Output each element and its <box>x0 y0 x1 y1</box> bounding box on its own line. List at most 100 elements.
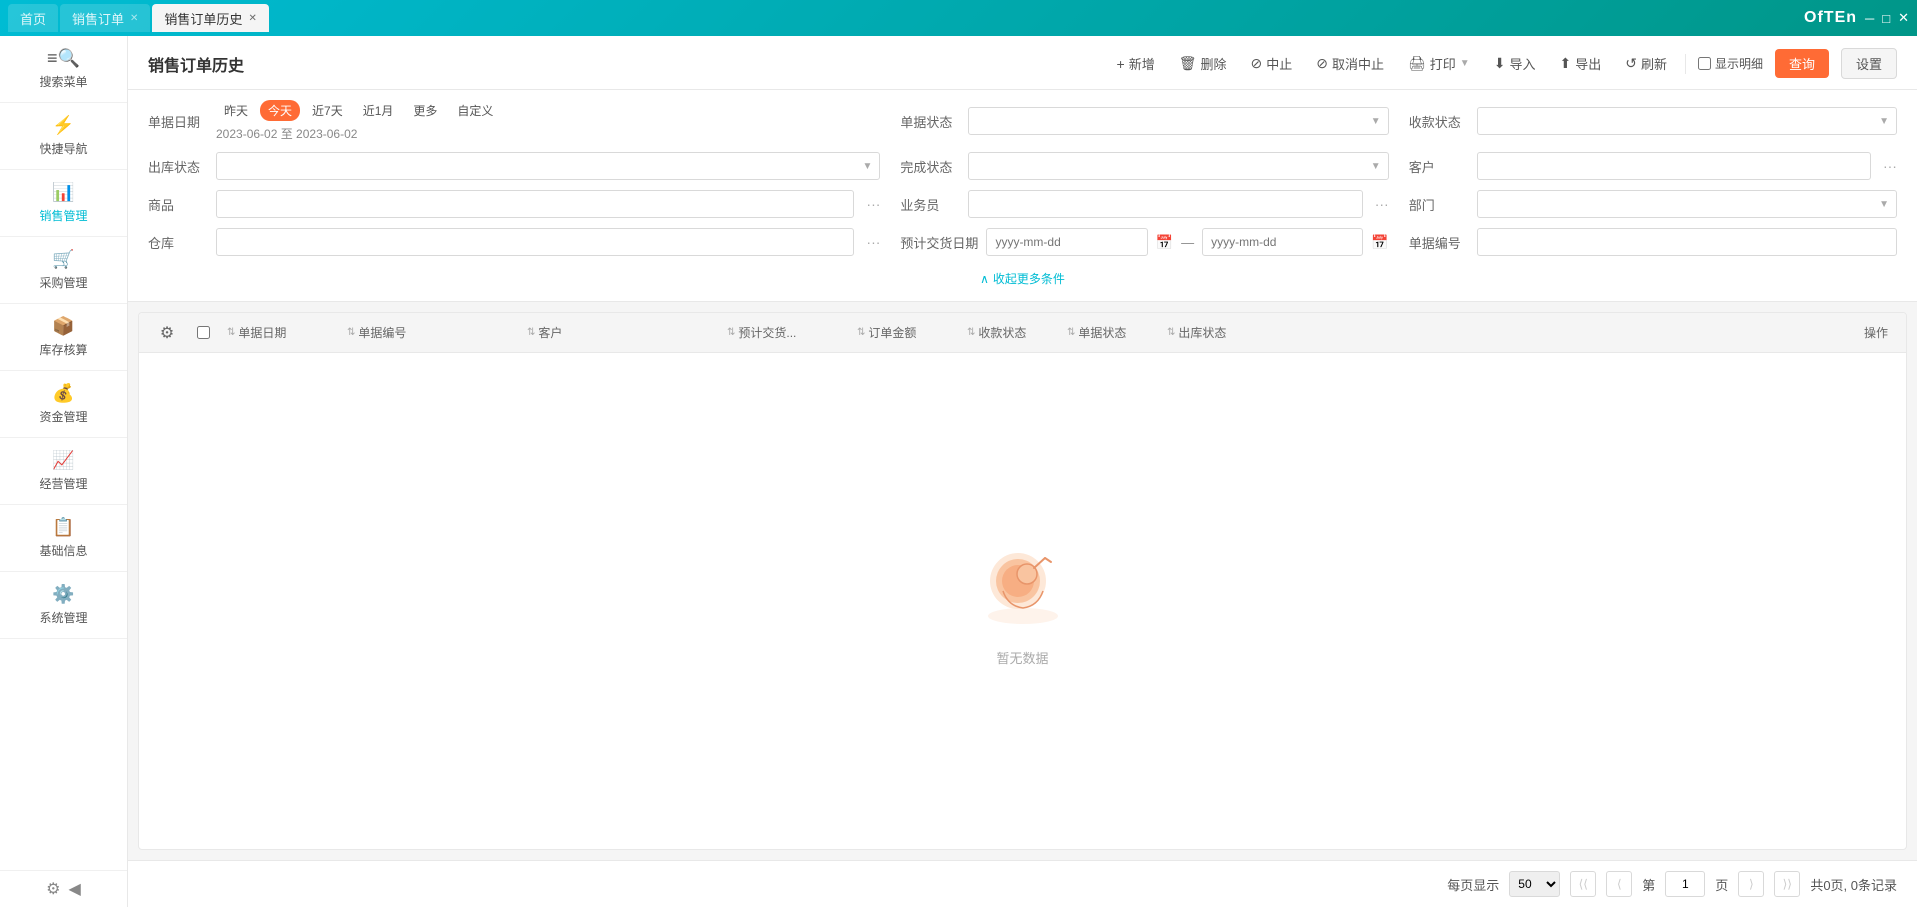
salesperson-more-icon[interactable]: ··· <box>1375 196 1389 212</box>
export-button[interactable]: ⬆ 导出 <box>1553 50 1607 77</box>
customer-more-icon[interactable]: ··· <box>1883 158 1897 174</box>
sidebar-item-inventory[interactable]: 📦 库存核算 <box>0 304 127 371</box>
sort-icon-date[interactable]: ⇅ <box>227 327 235 338</box>
show-detail-checkbox-input[interactable] <box>1698 57 1711 70</box>
empty-state: 暂无数据 <box>973 536 1073 667</box>
tab-home-label: 首页 <box>20 9 46 28</box>
delivery-date-start[interactable] <box>986 228 1147 256</box>
print-button[interactable]: 🖨 打印 ▼ <box>1402 50 1476 77</box>
shortcut-last7[interactable]: 近7天 <box>304 100 351 121</box>
cancel-stop-button[interactable]: ⊘ 取消中止 <box>1310 50 1390 77</box>
search-menu-icon: ≡🔍 <box>47 48 80 69</box>
table-settings-icon[interactable]: ⚙ <box>160 323 174 343</box>
refresh-button[interactable]: ↺ 刷新 <box>1619 50 1673 77</box>
tab-sales-order-close[interactable]: ✕ <box>130 13 138 24</box>
window-minimize-btn[interactable]: ─ <box>1865 11 1874 26</box>
select-all-checkbox[interactable] <box>197 326 210 339</box>
product-more-icon[interactable]: ··· <box>866 196 880 212</box>
shortcut-yesterday[interactable]: 昨天 <box>216 100 256 121</box>
window-close-btn[interactable]: ✕ <box>1898 10 1909 26</box>
salesperson-input[interactable] <box>968 190 1362 218</box>
window-maximize-btn[interactable]: □ <box>1882 11 1890 26</box>
collapse-up-icon: ∧ <box>980 272 989 286</box>
filter-payment-status: 收款状态 ▼ <box>1409 107 1897 135</box>
payment-status-select[interactable] <box>1477 107 1897 135</box>
sidebar-item-basic-info[interactable]: 📋 基础信息 <box>0 505 127 572</box>
complete-status-select[interactable] <box>968 152 1388 180</box>
tab-home[interactable]: 首页 <box>8 4 58 32</box>
shortcut-last1m[interactable]: 近1月 <box>355 100 402 121</box>
sidebar-collapse-btn[interactable]: ◀ <box>69 879 81 899</box>
first-page-btn[interactable]: ⟨⟨ <box>1570 871 1596 897</box>
sort-icon-outbound[interactable]: ⇅ <box>1167 327 1175 338</box>
prev-page-btn[interactable]: ⟨ <box>1606 871 1632 897</box>
sidebar-item-sales-mgmt[interactable]: 📊 销售管理 <box>0 170 127 237</box>
date-range-dash: — <box>1181 235 1194 250</box>
order-status-select[interactable] <box>968 107 1388 135</box>
page-header: 销售订单历史 + 新增 🗑 删除 ⊘ 中止 ⊘ <box>128 36 1917 90</box>
content-area: 销售订单历史 + 新增 🗑 删除 ⊘ 中止 ⊘ <box>128 36 1917 907</box>
settings-button[interactable]: 设置 <box>1841 48 1897 79</box>
stop-button[interactable]: ⊘ 中止 <box>1245 50 1299 77</box>
shortcut-more[interactable]: 更多 <box>405 100 445 121</box>
product-input[interactable] <box>216 190 854 218</box>
show-detail-checkbox[interactable]: 显示明细 <box>1698 55 1763 72</box>
next-page-btn[interactable]: ⟩ <box>1738 871 1764 897</box>
sidebar-item-search-menu[interactable]: ≡🔍 搜索菜单 <box>0 36 127 103</box>
page-label: 页 <box>1715 875 1728 894</box>
query-button[interactable]: 查询 <box>1775 49 1829 78</box>
tab-sales-order-history-close[interactable]: ✕ <box>248 13 256 24</box>
sidebar-item-quick-nav[interactable]: ⚡ 快捷导航 <box>0 103 127 170</box>
tab-sales-order-history[interactable]: 销售订单历史 ✕ <box>152 4 268 32</box>
sidebar-item-operations-label: 经营管理 <box>39 475 87 492</box>
quick-nav-icon: ⚡ <box>52 115 74 136</box>
col-customer-label: 客户 <box>538 324 562 341</box>
col-header-order-status: ⇅ 单据状态 <box>1061 324 1161 341</box>
page-number-input[interactable] <box>1665 871 1705 897</box>
delete-button[interactable]: 🗑 删除 <box>1173 50 1233 77</box>
sort-icon-order-no[interactable]: ⇅ <box>347 327 355 338</box>
sidebar-settings-btn[interactable]: ⚙ <box>46 879 60 899</box>
import-button[interactable]: ⬇ 导入 <box>1488 50 1542 77</box>
complete-status-label: 完成状态 <box>900 157 960 176</box>
print-dropdown-icon[interactable]: ▼ <box>1460 58 1470 69</box>
shortcut-custom[interactable]: 自定义 <box>449 100 501 121</box>
department-select[interactable] <box>1477 190 1897 218</box>
new-button[interactable]: + 新增 <box>1111 50 1161 77</box>
sidebar-item-quick-nav-label: 快捷导航 <box>39 140 87 157</box>
per-page-select[interactable]: 50 10 20 100 <box>1509 871 1560 897</box>
tab-sales-order-label: 销售订单 <box>72 9 124 28</box>
table-select-all-cell <box>185 326 221 339</box>
sidebar-item-purchase-mgmt[interactable]: 🛒 采购管理 <box>0 237 127 304</box>
delivery-date-end[interactable] <box>1202 228 1363 256</box>
sidebar-item-sys-mgmt[interactable]: ⚙️ 系统管理 <box>0 572 127 639</box>
last-page-btn[interactable]: ⟩⟩ <box>1774 871 1800 897</box>
sidebar-item-finance[interactable]: 💰 资金管理 <box>0 371 127 438</box>
sidebar-item-finance-label: 资金管理 <box>39 408 87 425</box>
customer-input[interactable] <box>1477 152 1871 180</box>
col-date-label: 单据日期 <box>238 324 286 341</box>
filter-row-3: 商品 ··· 业务员 ··· 部门 ▼ <box>148 190 1897 218</box>
delivery-date-start-calendar-icon[interactable]: 📅 <box>1156 234 1173 251</box>
shortcut-today[interactable]: 今天 <box>260 100 300 121</box>
purchase-mgmt-icon: 🛒 <box>52 249 74 270</box>
sort-icon-amount[interactable]: ⇅ <box>857 327 865 338</box>
warehouse-input[interactable] <box>216 228 854 256</box>
order-no-input[interactable] <box>1477 228 1897 256</box>
date-shortcuts: 昨天 今天 近7天 近1月 更多 自定义 <box>216 100 501 121</box>
tab-sales-order[interactable]: 销售订单 ✕ <box>60 4 150 32</box>
sort-icon-delivery[interactable]: ⇅ <box>727 327 735 338</box>
collapse-button[interactable]: ∧ 收起更多条件 <box>148 266 1897 291</box>
sort-icon-pay-status[interactable]: ⇅ <box>967 327 975 338</box>
sidebar-item-operations[interactable]: 📈 经营管理 <box>0 438 127 505</box>
sort-icon-customer[interactable]: ⇅ <box>527 327 535 338</box>
outbound-status-select[interactable] <box>216 152 880 180</box>
sidebar-bottom: ⚙ ◀ <box>0 870 127 907</box>
filter-row-4: 仓库 ··· 预计交货日期 📅 — 📅 单据编号 <box>148 228 1897 256</box>
new-label: 新增 <box>1129 54 1155 73</box>
delivery-date-end-calendar-icon[interactable]: 📅 <box>1371 234 1388 251</box>
sort-icon-order-status[interactable]: ⇅ <box>1067 327 1075 338</box>
collapse-label: 收起更多条件 <box>993 270 1065 287</box>
warehouse-more-icon[interactable]: ··· <box>866 234 880 250</box>
filter-customer: 客户 ··· <box>1409 152 1897 180</box>
